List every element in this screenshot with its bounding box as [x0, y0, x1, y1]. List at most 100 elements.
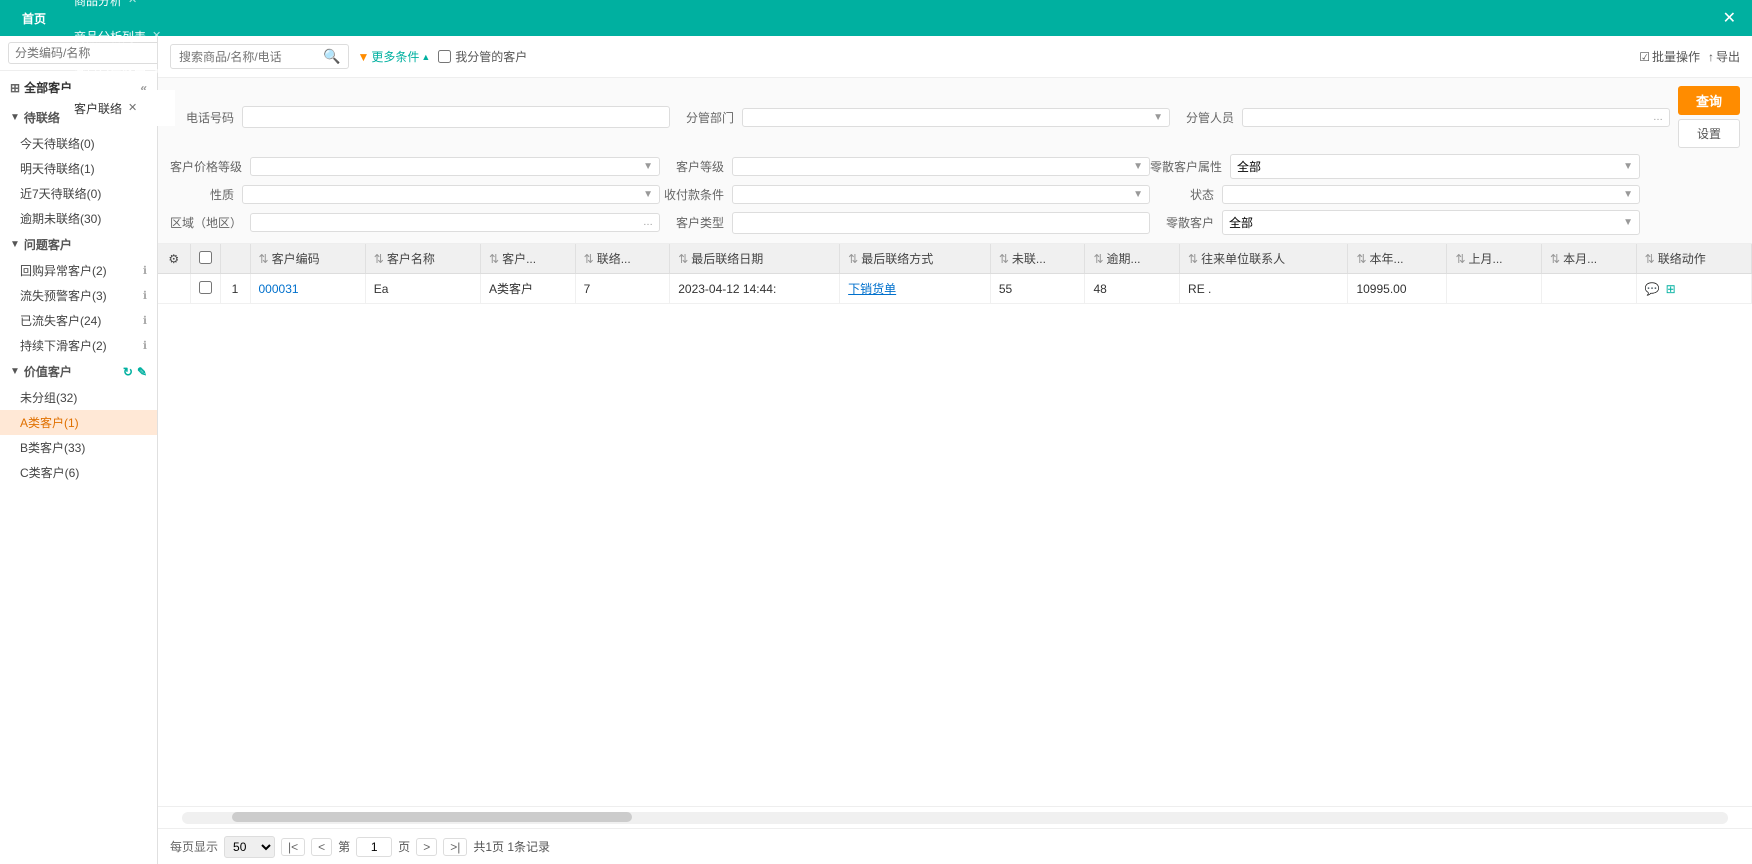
select-all-checkbox[interactable]	[199, 251, 212, 264]
row-checkbox[interactable]	[199, 281, 212, 294]
cust-type-input[interactable]	[732, 212, 1150, 234]
col-header-settings[interactable]: ⚙	[158, 244, 190, 274]
nature-select[interactable]: ▼	[242, 185, 660, 204]
sidebar: 🔍 ⊞ 全部客户 « ▼ 待联络客户 今天待联络(0)明天待联络(1)近7天待联…	[0, 36, 158, 864]
col-header-last_date[interactable]: ⇅最后联络日期	[670, 244, 840, 274]
region-select[interactable]: …	[250, 213, 660, 232]
sort-icon[interactable]: ⇅	[999, 252, 1009, 266]
sidebar-pending-item[interactable]: 逾期未联络(30)	[0, 206, 157, 231]
nav-tab-商品分析[interactable]: 商品分析✕	[60, 0, 175, 18]
cust-level-select[interactable]: ▼	[732, 157, 1150, 176]
col-header-not_contact[interactable]: ⇅未联...	[990, 244, 1085, 274]
main-search-input[interactable]	[179, 50, 319, 64]
grid-action-icon[interactable]: ⊞	[1666, 282, 1676, 296]
table-header: ⚙ ⇅客户编码⇅客户名称⇅客户...⇅联络...⇅最后联络日期⇅最后联络方式⇅未联…	[158, 244, 1752, 274]
col-header-name[interactable]: ⇅客户名称	[365, 244, 480, 274]
sort-icon[interactable]: ⇅	[374, 252, 384, 266]
sidebar-pending-item[interactable]: 明天待联络(1)	[0, 156, 157, 181]
col-header-last_month[interactable]: ⇅上月...	[1447, 244, 1542, 274]
col-header-contact_count[interactable]: ⇅联络...	[575, 244, 670, 274]
sort-icon[interactable]: ⇅	[489, 252, 499, 266]
sidebar-value-item[interactable]: B类客户(33)	[0, 435, 157, 460]
sidebar-value-item[interactable]: A类客户(1)	[0, 410, 157, 435]
sort-icon[interactable]: ⇅	[1356, 252, 1366, 266]
sort-icon[interactable]: ⇅	[1550, 252, 1560, 266]
sort-icon[interactable]: ⇅	[678, 252, 688, 266]
sidebar-value-item[interactable]: 未分组(32)	[0, 385, 157, 410]
person-select[interactable]: …	[1242, 108, 1670, 127]
col-header-check[interactable]	[190, 244, 220, 274]
sidebar-pending-item[interactable]: 近7天待联络(0)	[0, 181, 157, 206]
my-customers-checkbox[interactable]	[438, 50, 451, 63]
page-input[interactable]	[356, 837, 392, 857]
sort-icon[interactable]: ⇅	[1188, 252, 1198, 266]
sidebar-problem-item[interactable]: 已流失客户(24) ℹ	[0, 308, 157, 333]
phone-input[interactable]	[242, 106, 670, 128]
payment-select[interactable]: ▼	[732, 185, 1150, 204]
triangle-icon: ▼	[10, 112, 20, 123]
settings-col-icon[interactable]: ⚙	[168, 252, 179, 266]
sort-icon[interactable]: ⇅	[1093, 252, 1103, 266]
first-page-btn[interactable]: |<	[281, 838, 305, 856]
sidebar-pending-item[interactable]: 今天待联络(0)	[0, 131, 157, 156]
tab-label: 客户联络	[74, 100, 122, 117]
tab-close-icon[interactable]: ✕	[152, 31, 161, 42]
nav-home[interactable]: 首页	[8, 0, 60, 36]
export-btn[interactable]: ↑ 导出	[1708, 48, 1740, 65]
col-header-num[interactable]	[220, 244, 250, 274]
more-conditions-btn[interactable]: ▼ 更多条件 ▲	[357, 48, 430, 65]
sidebar-problem-item[interactable]: 持续下滑客户(2) ℹ	[0, 333, 157, 358]
price-level-select[interactable]: ▼	[250, 157, 660, 176]
settings-button[interactable]: 设置	[1678, 119, 1740, 148]
sidebar-problem-item[interactable]: 回购异常客户(2) ℹ	[0, 258, 157, 283]
per-page-select[interactable]: 50 100 200	[224, 836, 275, 858]
scrollbar-thumb[interactable]	[232, 812, 632, 822]
next-page-btn[interactable]: >	[416, 838, 437, 856]
chat-icon[interactable]: 💬	[1645, 282, 1660, 296]
value-items-list: 未分组(32)A类客户(1)B类客户(33)C类客户(6)	[0, 385, 157, 485]
nav-tab-客户联络[interactable]: 客户联络 ✕	[60, 90, 175, 126]
col-header-overdue[interactable]: ⇅逾期...	[1085, 244, 1180, 274]
col-header-current_month[interactable]: ⇅本月...	[1542, 244, 1637, 274]
sidebar-value-item[interactable]: C类客户(6)	[0, 460, 157, 485]
prev-page-btn[interactable]: <	[311, 838, 332, 856]
sort-icon[interactable]: ⇅	[584, 252, 594, 266]
query-button[interactable]: 查询	[1678, 86, 1740, 115]
nav-tab-客户分层经营[interactable]: 客户分层经营✕	[60, 54, 175, 90]
tab-close-icon[interactable]: ✕	[128, 103, 137, 114]
sidebar-problem-section[interactable]: ▼ 问题客户	[0, 231, 157, 258]
col-header-action[interactable]: ⇅联络动作	[1636, 244, 1751, 274]
col-header-code[interactable]: ⇅客户编码	[250, 244, 365, 274]
sort-icon[interactable]: ⇅	[259, 252, 269, 266]
horizontal-scrollbar[interactable]	[182, 812, 1728, 824]
retail-attr-select[interactable]: 全部▼	[1230, 154, 1640, 179]
tab-close-icon[interactable]: ✕	[152, 67, 161, 78]
last-page-btn[interactable]: >|	[443, 838, 467, 856]
nature-label: 性质	[170, 186, 242, 203]
col-header-contact_person[interactable]: ⇅往来单位联系人	[1180, 244, 1348, 274]
sort-icon[interactable]: ⇅	[1455, 252, 1465, 266]
edit-icon[interactable]: ✎	[137, 365, 147, 379]
close-all-button[interactable]: ✕	[1715, 8, 1744, 28]
col-header-current_year[interactable]: ⇅本年...	[1348, 244, 1447, 274]
batch-ops-btn[interactable]: ☑ 批量操作	[1639, 48, 1700, 65]
col-header-type[interactable]: ⇅客户...	[481, 244, 576, 274]
sort-icon[interactable]: ⇅	[848, 252, 858, 266]
tab-close-icon[interactable]: ✕	[128, 0, 137, 6]
sidebar-problem-item[interactable]: 流失预警客户(3) ℹ	[0, 283, 157, 308]
cust-type-label: 客户类型	[660, 214, 732, 231]
price-level-label: 客户价格等级	[170, 158, 250, 175]
retail-select[interactable]: 全部▼	[1222, 210, 1640, 235]
sidebar-value-section[interactable]: ▼ 价值客户 ↻ ✎	[0, 358, 157, 385]
main-search-icon[interactable]: 🔍	[323, 48, 340, 65]
sort-icon[interactable]: ⇅	[1645, 252, 1655, 266]
nav-tab-商品分析列表[interactable]: 商品分析列表✕	[60, 18, 175, 54]
table-row: 1 000031 Ea A类客户 7 2023-04-12 14:44: 下销货…	[158, 274, 1752, 304]
region-label: 区域（地区）	[170, 214, 250, 231]
col-header-last_method[interactable]: ⇅最后联络方式	[840, 244, 991, 274]
row-action: 💬 ⊞	[1636, 274, 1751, 304]
status-select[interactable]: ▼	[1222, 185, 1640, 204]
triangle-icon: ▼	[10, 239, 20, 250]
refresh-icon[interactable]: ↻	[123, 365, 133, 379]
dept-select[interactable]: ▼	[742, 108, 1170, 127]
